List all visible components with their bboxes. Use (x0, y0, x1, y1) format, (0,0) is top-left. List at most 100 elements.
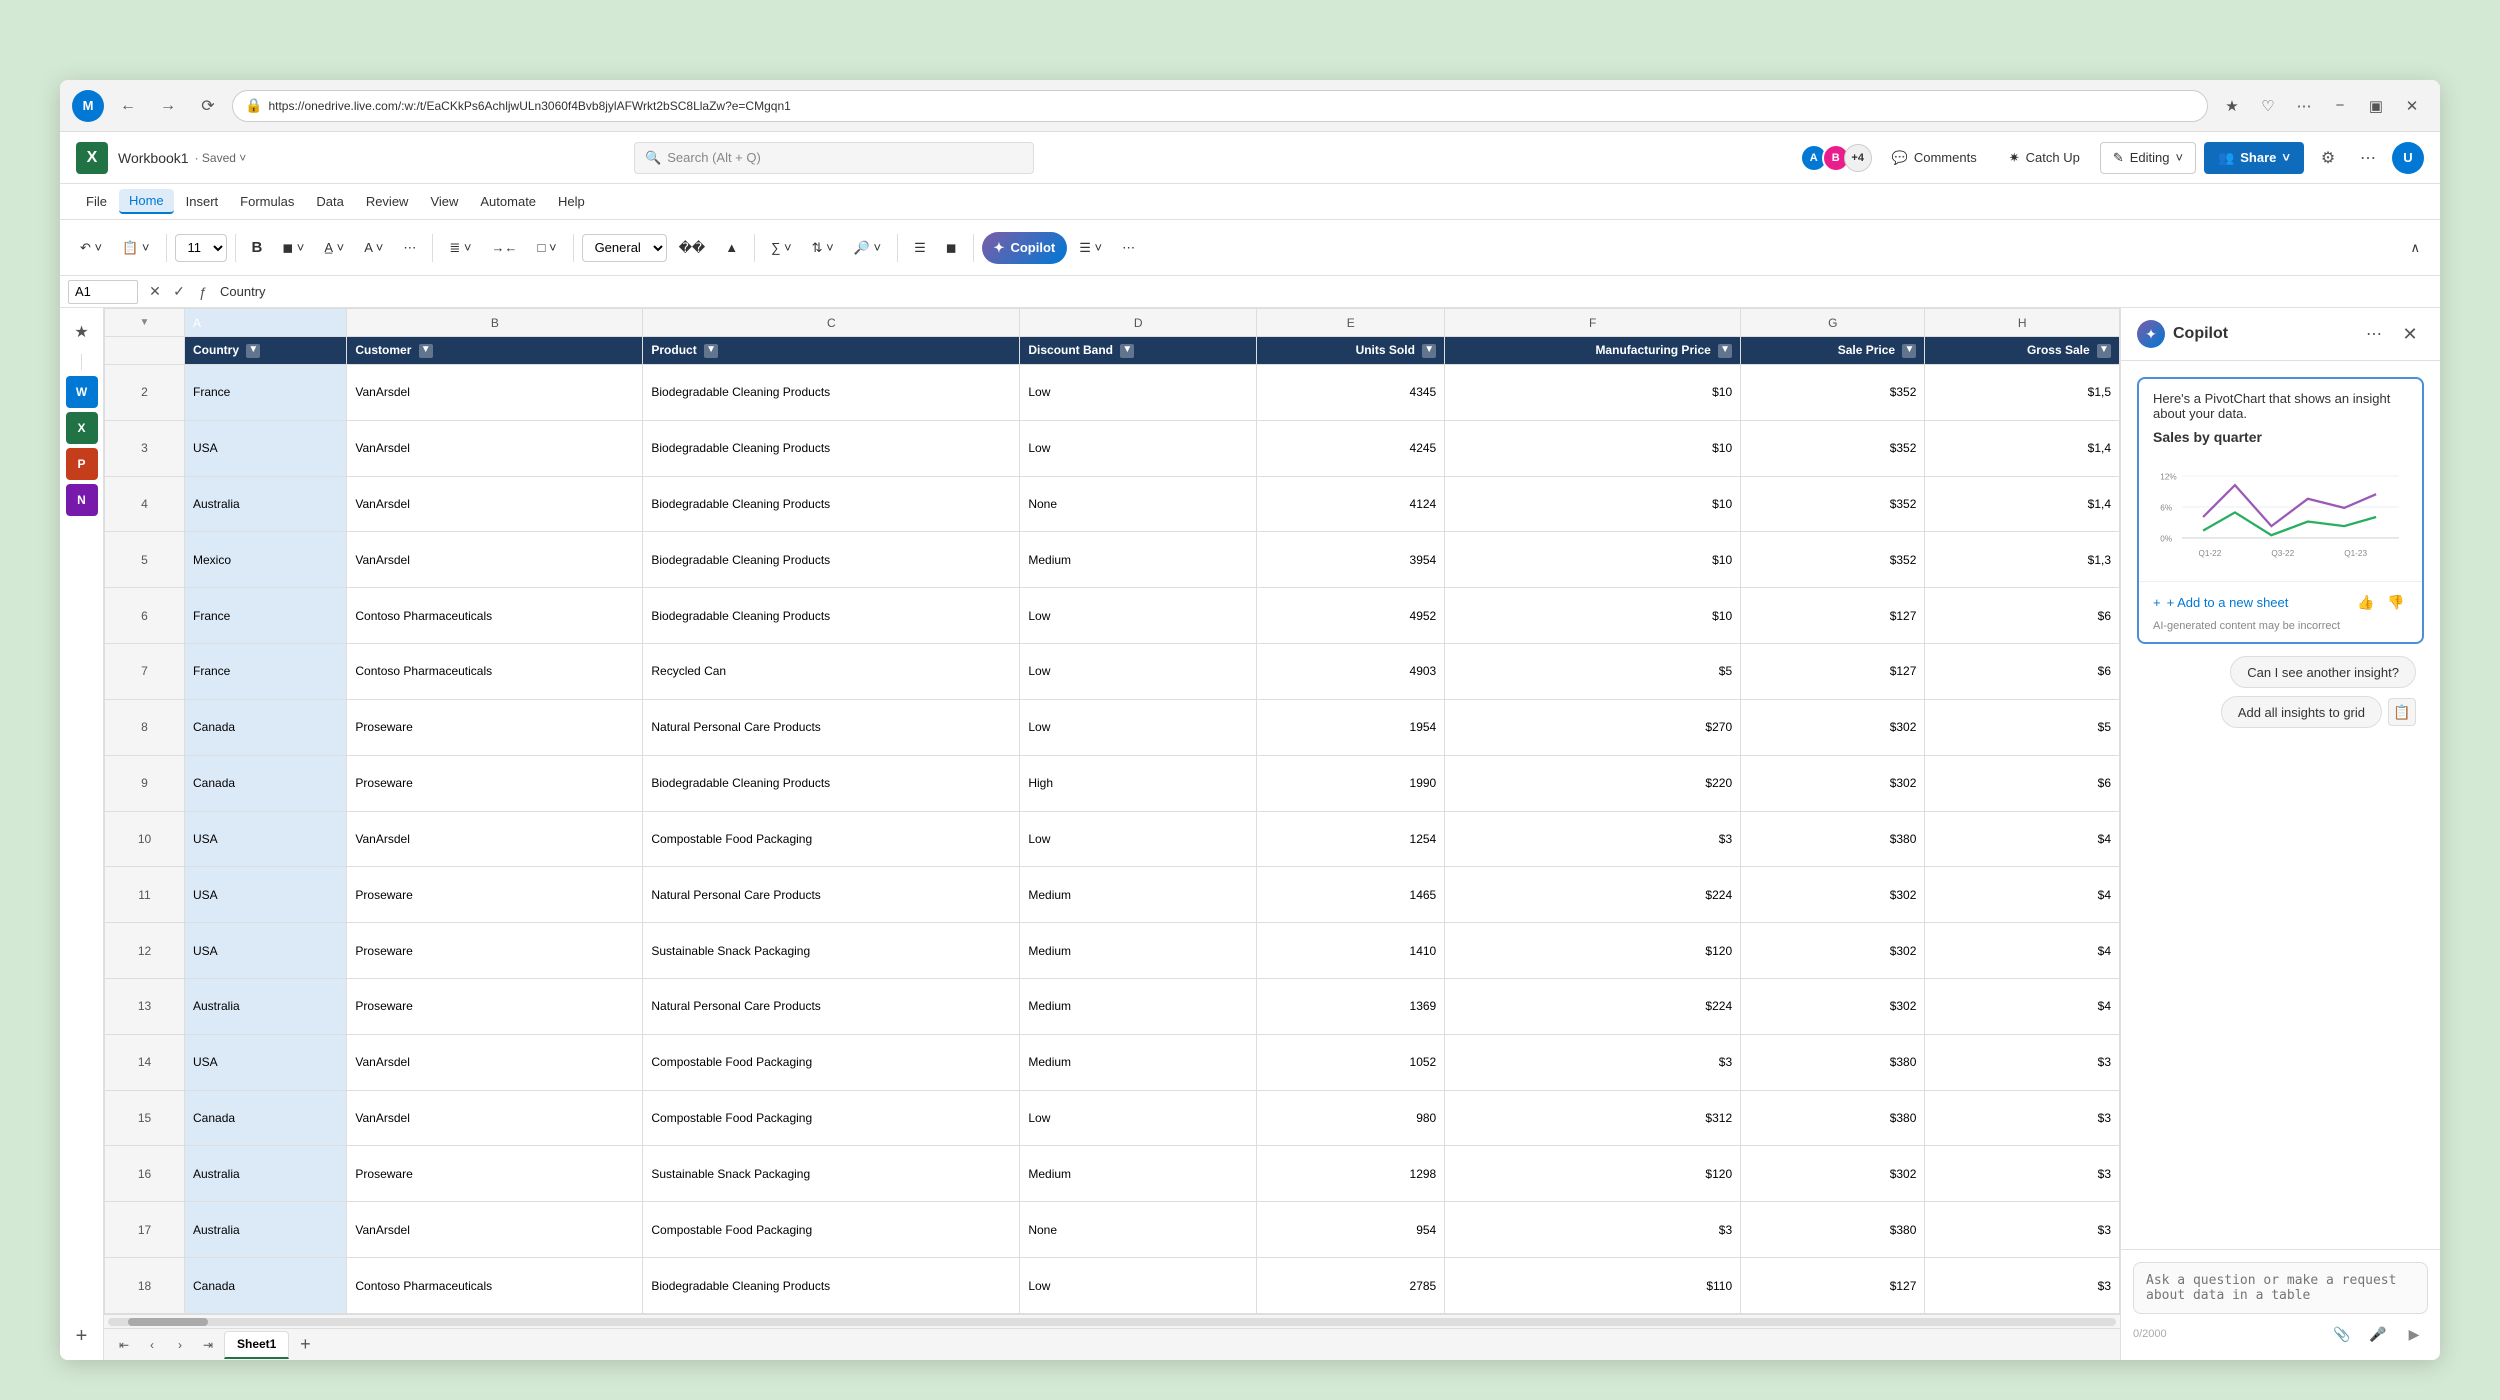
table-cell[interactable]: $380 (1741, 1090, 1925, 1146)
table-cell[interactable]: Compostable Food Packaging (643, 1090, 1020, 1146)
col-header-customer[interactable]: Customer ▼ (347, 337, 643, 365)
table-cell[interactable]: Medium (1020, 978, 1257, 1034)
table-cell[interactable]: $4 (1925, 867, 2120, 923)
copy-insights-button[interactable]: 📋 (2388, 698, 2416, 726)
scroll-track[interactable] (108, 1318, 2116, 1326)
filter-icon-mfg[interactable]: ▼ (1718, 344, 1732, 358)
table-cell[interactable]: $6 (1925, 755, 2120, 811)
table-cell[interactable]: 1410 (1257, 923, 1445, 979)
table-cell[interactable]: Proseware (347, 1146, 643, 1202)
table-cell[interactable]: 2785 (1257, 1258, 1445, 1314)
sheet-nav-prev[interactable]: ‹ (140, 1333, 164, 1357)
table-cell[interactable]: 1465 (1257, 867, 1445, 923)
table-row[interactable]: 15CanadaVanArsdelCompostable Food Packag… (105, 1090, 2120, 1146)
table-cell[interactable]: Low (1020, 420, 1257, 476)
sidebar-onenote-button[interactable]: N (66, 484, 98, 516)
number-format-select[interactable]: General (582, 234, 667, 262)
table-cell[interactable]: Medium (1020, 1034, 1257, 1090)
add-sheet-button[interactable]: + (293, 1333, 317, 1357)
browser-forward-button[interactable]: → (152, 90, 184, 122)
sheet-nav-first[interactable]: ⇤ (112, 1333, 136, 1357)
see-another-insight-button[interactable]: Can I see another insight? (2230, 656, 2416, 688)
conditional-format-btn[interactable]: ▲ (717, 230, 746, 266)
col-header-units[interactable]: Units Sold ▼ (1257, 337, 1445, 365)
table-cell[interactable]: $4 (1925, 978, 2120, 1034)
table-cell[interactable]: 4245 (1257, 420, 1445, 476)
table-cell[interactable]: $5 (1925, 699, 2120, 755)
table-cell[interactable]: France (185, 644, 347, 700)
thumbs-down-button[interactable]: 👎 (2384, 590, 2408, 614)
col-header-b[interactable]: B (347, 309, 643, 337)
table-row[interactable]: 2FranceVanArsdelBiodegradable Cleaning P… (105, 365, 2120, 421)
table-cell[interactable]: Proseware (347, 978, 643, 1034)
add-to-sheet-button[interactable]: + + Add to a new sheet (2153, 591, 2288, 614)
ribbon-collapse-btn[interactable]: ∧ (2402, 230, 2428, 266)
search-bar[interactable]: 🔍 Search (Alt + Q) (634, 142, 1034, 174)
table-cell[interactable]: VanArsdel (347, 1202, 643, 1258)
table-cell[interactable]: Natural Personal Care Products (643, 867, 1020, 923)
share-button[interactable]: 👥 Share ˅ (2204, 142, 2304, 174)
table-cell[interactable]: $224 (1445, 978, 1741, 1034)
number-format-btn[interactable]: �� (671, 230, 714, 266)
scroll-thumb[interactable] (128, 1318, 208, 1326)
table-cell[interactable]: $302 (1741, 923, 1925, 979)
filter-icon-country[interactable]: ▼ (246, 344, 260, 358)
sum-button[interactable]: ∑ ˅ (763, 230, 799, 266)
col-header-gross[interactable]: Gross Sale ▼ (1925, 337, 2120, 365)
table-cell[interactable]: $4 (1925, 923, 2120, 979)
table-cell[interactable]: France (185, 365, 347, 421)
paste-button[interactable]: 📋 ˅ (114, 230, 157, 266)
table-cell[interactable]: Low (1020, 365, 1257, 421)
table-cell[interactable]: Compostable Food Packaging (643, 1202, 1020, 1258)
col-header-mfg[interactable]: Manufacturing Price ▼ (1445, 337, 1741, 365)
table-row[interactable]: 11USAProsewareNatural Personal Care Prod… (105, 867, 2120, 923)
col-header-f[interactable]: F (1445, 309, 1741, 337)
menu-automate[interactable]: Automate (470, 190, 546, 213)
table-cell[interactable]: Proseware (347, 755, 643, 811)
table-cell[interactable]: Biodegradable Cleaning Products (643, 1258, 1020, 1314)
table-cell[interactable]: $127 (1741, 644, 1925, 700)
add-all-insights-button[interactable]: Add all insights to grid (2221, 696, 2382, 728)
chart-type-btn[interactable]: ◼ (938, 230, 965, 266)
table-cell[interactable]: Australia (185, 1202, 347, 1258)
table-row[interactable]: 16AustraliaProsewareSustainable Snack Pa… (105, 1146, 2120, 1202)
table-cell[interactable]: USA (185, 923, 347, 979)
table-cell[interactable]: $5 (1445, 644, 1741, 700)
table-cell[interactable]: Recycled Can (643, 644, 1020, 700)
table-cell[interactable]: Medium (1020, 1146, 1257, 1202)
font-size-select[interactable]: 11 (175, 234, 227, 262)
table-cell[interactable]: $380 (1741, 1202, 1925, 1258)
col-header-c[interactable]: C (643, 309, 1020, 337)
table-cell[interactable]: $352 (1741, 476, 1925, 532)
table-cell[interactable]: Canada (185, 755, 347, 811)
browser-close-button[interactable]: ✕ (2396, 90, 2428, 122)
table-cell[interactable]: Contoso Pharmaceuticals (347, 1258, 643, 1314)
table-cell[interactable]: $127 (1741, 1258, 1925, 1314)
table-cell[interactable]: $302 (1741, 699, 1925, 755)
col-header-e[interactable]: E (1257, 309, 1445, 337)
table-cell[interactable]: $10 (1445, 420, 1741, 476)
table-cell[interactable]: Sustainable Snack Packaging (643, 1146, 1020, 1202)
table-cell[interactable]: $6 (1925, 644, 2120, 700)
table-cell[interactable]: Proseware (347, 923, 643, 979)
col-header-discount[interactable]: Discount Band ▼ (1020, 337, 1257, 365)
table-cell[interactable]: $120 (1445, 1146, 1741, 1202)
table-cell[interactable]: Contoso Pharmaceuticals (347, 588, 643, 644)
table-cell[interactable]: $3 (1925, 1146, 2120, 1202)
table-cell[interactable]: Medium (1020, 923, 1257, 979)
copilot-ribbon-button[interactable]: ✦ Copilot (982, 232, 1068, 264)
user-profile-avatar[interactable]: U (2392, 142, 2424, 174)
col-header-product[interactable]: Product ▼ (643, 337, 1020, 365)
address-bar[interactable]: 🔒 https://onedrive.live.com/:w:/t/EaCKkP… (232, 90, 2208, 122)
table-cell[interactable]: 954 (1257, 1202, 1445, 1258)
table-cell[interactable]: Proseware (347, 699, 643, 755)
table-cell[interactable]: VanArsdel (347, 365, 643, 421)
table-cell[interactable]: $127 (1741, 588, 1925, 644)
table-cell[interactable]: $3 (1925, 1034, 2120, 1090)
menu-data[interactable]: Data (306, 190, 353, 213)
table-cell[interactable]: 4952 (1257, 588, 1445, 644)
table-cell[interactable]: $220 (1445, 755, 1741, 811)
table-cell[interactable]: Biodegradable Cleaning Products (643, 532, 1020, 588)
table-cell[interactable]: $1,4 (1925, 420, 2120, 476)
more-ribbon-button[interactable]: ⋯ (395, 230, 424, 266)
